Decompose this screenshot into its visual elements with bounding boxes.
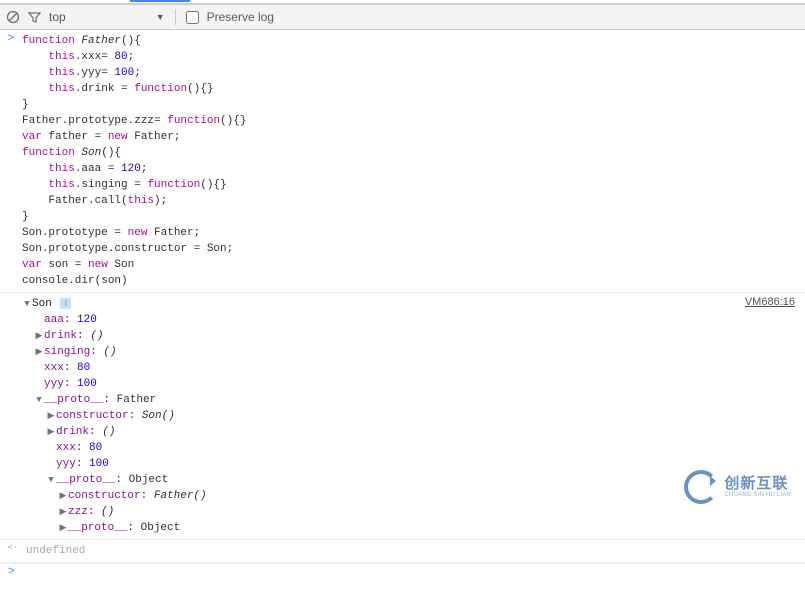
panel-tab-strip: [0, 0, 805, 4]
disclosure-closed-icon[interactable]: ▶: [58, 488, 68, 504]
object-tree-item[interactable]: ▶singing: (): [22, 344, 799, 360]
object-tree-item[interactable]: ▶drink: (): [22, 328, 799, 344]
disclosure-open-icon[interactable]: ▼: [46, 472, 56, 488]
object-tree-item[interactable]: xxx: 80: [22, 360, 799, 376]
object-tree-item[interactable]: ▼Son i: [22, 296, 799, 312]
object-tree-item[interactable]: yyy: 100: [22, 456, 799, 472]
object-tree-item[interactable]: xxx: 80: [22, 440, 799, 456]
disclosure-closed-icon[interactable]: ▶: [58, 520, 68, 536]
filter-icon[interactable]: [28, 11, 41, 24]
object-tree-item[interactable]: yyy: 100: [22, 376, 799, 392]
preserve-log-label: Preserve log: [207, 10, 274, 24]
output-gutter: [0, 293, 22, 539]
disclosure-closed-icon[interactable]: ▶: [34, 328, 44, 344]
undefined-value: undefined: [22, 540, 805, 562]
context-label: top: [49, 10, 66, 24]
object-tree-item[interactable]: ▶constructor: Son(): [22, 408, 799, 424]
console-toolbar: top ▼ Preserve log: [0, 4, 805, 30]
watermark-text-sub: CHUANG XIN HU LIAN: [724, 491, 791, 499]
watermark-text-main: 创新互联: [724, 476, 791, 491]
object-tree-item[interactable]: ▶__proto__: Object: [22, 520, 799, 536]
object-tree-item[interactable]: ▼__proto__: Father: [22, 392, 799, 408]
console-return-row: <· undefined: [0, 540, 805, 563]
toolbar-separator: [175, 9, 176, 25]
object-tree-item[interactable]: ▶constructor: Father(): [22, 488, 799, 504]
clear-console-icon[interactable]: [6, 10, 20, 24]
console-input-block: > function Father(){ this.xxx= 80; this.…: [0, 30, 805, 293]
console-prompt[interactable]: >: [0, 563, 805, 580]
object-tree-item[interactable]: ▶drink: (): [22, 424, 799, 440]
return-prompt-icon: <·: [0, 540, 22, 562]
code-content[interactable]: function Father(){ this.xxx= 80; this.yy…: [22, 30, 805, 292]
chevron-down-icon: ▼: [156, 12, 165, 22]
disclosure-closed-icon[interactable]: ▶: [46, 408, 56, 424]
disclosure-closed-icon[interactable]: ▶: [58, 504, 68, 520]
object-tree-item[interactable]: aaa: 120: [22, 312, 799, 328]
disclosure-open-icon[interactable]: ▼: [34, 392, 44, 408]
watermark: 创新互联 CHUANG XIN HU LIAN: [684, 470, 791, 504]
watermark-logo-icon: [684, 470, 718, 504]
object-tree-item[interactable]: ▼__proto__: Object: [22, 472, 799, 488]
disclosure-open-icon[interactable]: ▼: [22, 296, 32, 312]
disclosure-closed-icon[interactable]: ▶: [34, 344, 44, 360]
info-badge-icon[interactable]: i: [60, 298, 71, 309]
object-tree-item[interactable]: ▶zzz: (): [22, 504, 799, 520]
input-prompt-icon: >: [0, 30, 22, 292]
preserve-log-checkbox[interactable]: [186, 11, 199, 24]
source-link[interactable]: VM686:16: [745, 296, 795, 308]
disclosure-closed-icon[interactable]: ▶: [46, 424, 56, 440]
context-selector[interactable]: top ▼: [49, 10, 165, 24]
